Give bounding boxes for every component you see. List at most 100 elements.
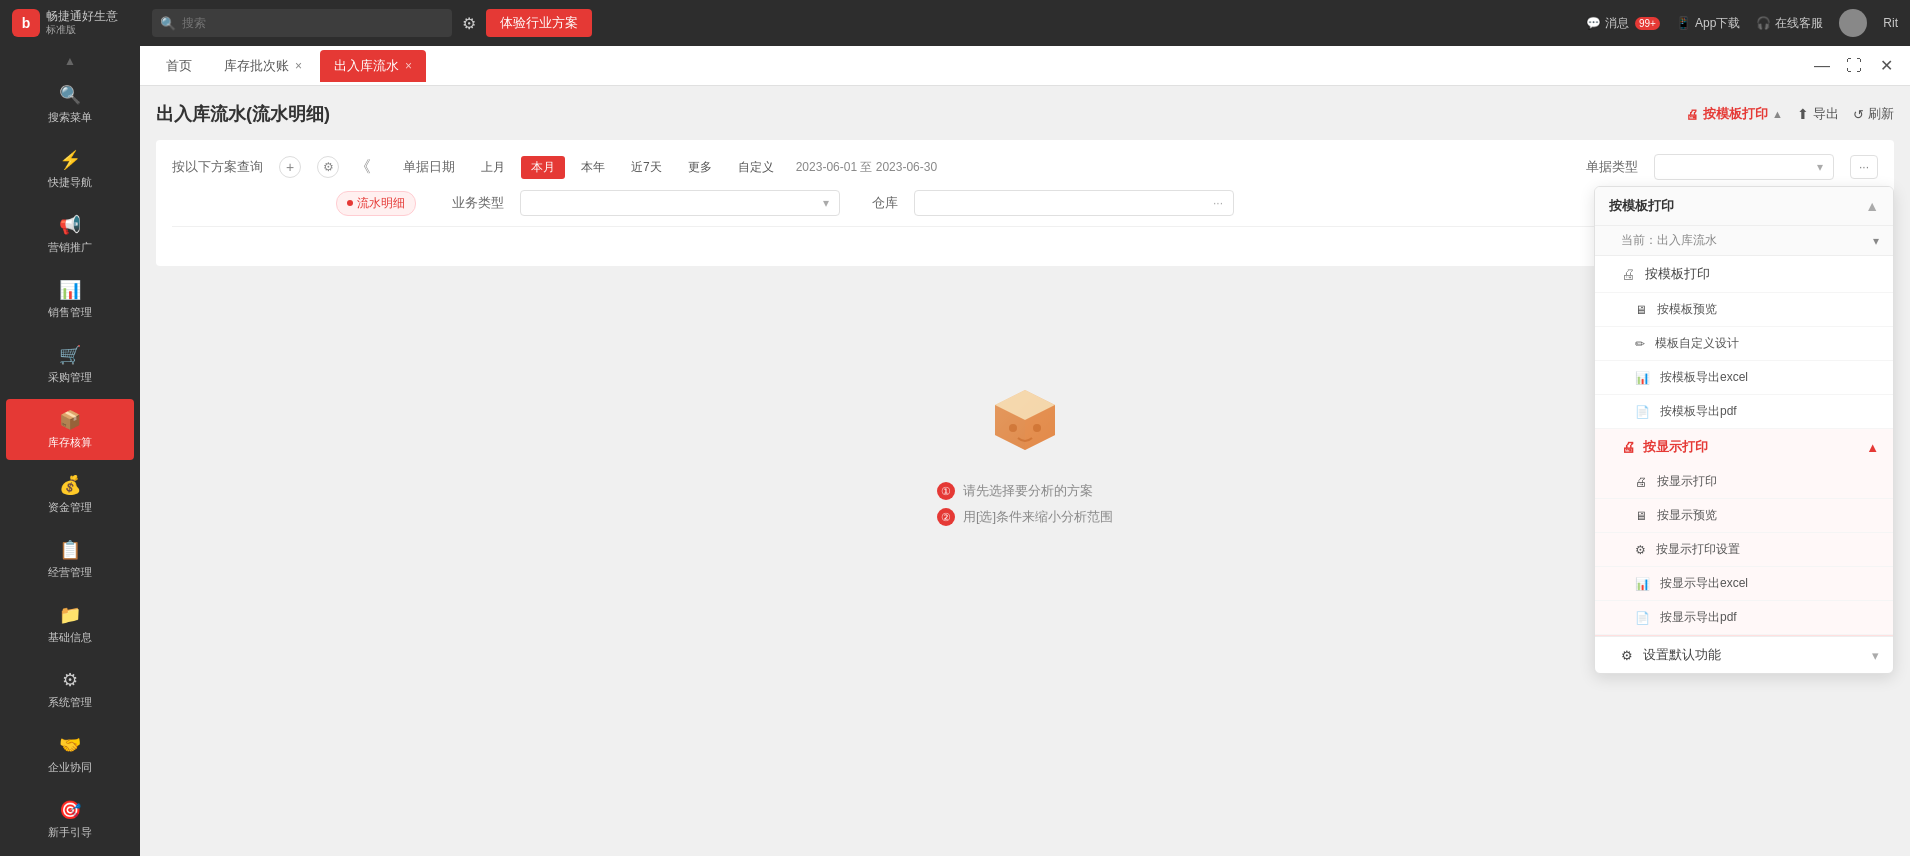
- sidebar-item-basic-info[interactable]: 📁 基础信息: [6, 594, 134, 655]
- dp-sub-item-display-preview[interactable]: 🖥 按显示预览: [1595, 499, 1893, 533]
- message-badge: 99+: [1635, 17, 1660, 30]
- warehouse-select[interactable]: ···: [914, 190, 1234, 216]
- tab-close-btn[interactable]: ✕: [1874, 54, 1898, 78]
- tab-actions: — ⛶ ✕: [1810, 54, 1898, 78]
- dp-sub-item-template-preview[interactable]: 🖥 按模板预览: [1595, 293, 1893, 327]
- purchase-icon: 🛒: [59, 344, 81, 366]
- marketing-icon: 📢: [59, 214, 81, 236]
- sidebar-item-operations[interactable]: 📋 经营管理: [6, 529, 134, 590]
- dp-section-display-header[interactable]: 🖨 按显示打印 ▲: [1595, 429, 1893, 465]
- dp-sub-item-template-design[interactable]: ✏ 模板自定义设计: [1595, 327, 1893, 361]
- date-opt-prev-month[interactable]: 上月: [471, 156, 515, 179]
- sidebar-item-purchase[interactable]: 🛒 采购管理: [6, 334, 134, 395]
- display-print-header-label: 按显示打印: [1643, 438, 1708, 456]
- date-opt-this-year[interactable]: 本年: [571, 156, 615, 179]
- sidebar-item-label: 企业协同: [48, 760, 92, 775]
- main-layout: ▲ 🔍 搜索菜单 ⚡ 快捷导航 📢 营销推广 📊 销售管理 🛒 采购管理 📦 库…: [0, 46, 1910, 856]
- refresh-icon: ↺: [1853, 107, 1864, 122]
- display-pdf-icon: 📄: [1635, 611, 1650, 625]
- dp-sub-item-template-pdf[interactable]: 📄 按模板导出pdf: [1595, 395, 1893, 429]
- sidebar-item-search-menu[interactable]: 🔍 搜索菜单: [6, 74, 134, 135]
- tab-minimize-btn[interactable]: —: [1810, 54, 1834, 78]
- tab-in-out-flow-close[interactable]: ×: [405, 60, 412, 72]
- display-print-header-icon: 🖨: [1621, 439, 1635, 455]
- tip-num-2: ②: [937, 508, 955, 526]
- tab-expand-btn[interactable]: ⛶: [1842, 54, 1866, 78]
- dp-sub-item-display-excel[interactable]: 📊 按显示导出excel: [1595, 567, 1893, 601]
- empty-illustration: [975, 370, 1075, 470]
- date-range-text: 2023-06-01 至 2023-06-30: [796, 159, 937, 176]
- sidebar-item-quick-nav[interactable]: ⚡ 快捷导航: [6, 139, 134, 200]
- dp-sub-item-display-settings[interactable]: ⚙ 按显示打印设置: [1595, 533, 1893, 567]
- app-download-item[interactable]: 📱 App下载: [1676, 15, 1740, 32]
- date-opt-more[interactable]: 更多: [678, 156, 722, 179]
- message-item[interactable]: 💬 消息 99+: [1586, 15, 1660, 32]
- search-bar-top[interactable]: 🔍: [152, 9, 452, 37]
- filter-tag[interactable]: 流水明细: [336, 191, 416, 216]
- dp-sub-item-label: 按显示导出excel: [1660, 575, 1748, 592]
- sidebar-item-system[interactable]: ⚙ 系统管理: [6, 659, 134, 720]
- sidebar-item-guide[interactable]: 🎯 新手引导: [6, 789, 134, 850]
- tip-text-1: 请先选择要分析的方案: [963, 482, 1093, 500]
- export-icon: ⬆: [1797, 106, 1809, 122]
- tab-home-label: 首页: [166, 57, 192, 75]
- page-top-actions: 🖨 按模板打印 ▲ ⬆ 导出 ↺ 刷新: [1686, 105, 1894, 123]
- dp-sub-item-display-print[interactable]: 🖨 按显示打印: [1595, 465, 1893, 499]
- sidebar-item-label: 基础信息: [48, 630, 92, 645]
- dp-header: 按模板打印 ▲: [1595, 187, 1893, 226]
- date-opt-custom[interactable]: 自定义: [728, 156, 784, 179]
- tab-in-out-flow-label: 出入库流水: [334, 57, 399, 75]
- tab-batch-account[interactable]: 库存批次账 ×: [210, 50, 316, 82]
- search-input[interactable]: [182, 16, 444, 30]
- design-icon: ✏: [1635, 337, 1645, 351]
- empty-tip-2: ② 用[选]条件来缩小分析范围: [937, 508, 1113, 526]
- user-name: Rit: [1883, 16, 1898, 30]
- sidebar-item-finance[interactable]: 💰 资金管理: [6, 464, 134, 525]
- dp-current-arrow[interactable]: ▾: [1873, 234, 1879, 248]
- dp-footer-arrow: ▾: [1872, 648, 1879, 663]
- quick-nav-icon: ⚡: [59, 149, 81, 171]
- dp-header-arrow[interactable]: ▲: [1865, 198, 1879, 214]
- doc-type-select[interactable]: ▾: [1654, 154, 1834, 180]
- refresh-action[interactable]: ↺ 刷新: [1853, 105, 1894, 123]
- biz-type-select[interactable]: ▾: [520, 190, 840, 216]
- tab-home[interactable]: 首页: [152, 50, 206, 82]
- sidebar-item-sales[interactable]: 📊 销售管理: [6, 269, 134, 330]
- enterprise-icon: 🤝: [59, 734, 81, 756]
- tab-in-out-flow[interactable]: 出入库流水 ×: [320, 50, 426, 82]
- warehouse-arrow: ···: [1213, 196, 1223, 210]
- display-settings-icon: ⚙: [1635, 543, 1646, 557]
- filter-tag-dot: [347, 200, 353, 206]
- svg-point-4: [1009, 424, 1017, 432]
- gear-button[interactable]: ⚙: [462, 14, 476, 33]
- filter-collapse-btn[interactable]: 《: [355, 157, 371, 178]
- industry-btn[interactable]: 体验行业方案: [486, 9, 592, 37]
- online-service-item[interactable]: 🎧 在线客服: [1756, 15, 1823, 32]
- sidebar-item-inventory[interactable]: 📦 库存核算: [6, 399, 134, 460]
- empty-tips: ① 请先选择要分析的方案 ② 用[选]条件来缩小分析范围: [937, 482, 1113, 526]
- date-opt-this-month[interactable]: 本月: [521, 156, 565, 179]
- sidebar-item-label: 采购管理: [48, 370, 92, 385]
- print-action[interactable]: 🖨 按模板打印 ▲: [1686, 105, 1783, 123]
- tabs-bar: 首页 库存批次账 × 出入库流水 × — ⛶ ✕: [140, 46, 1910, 86]
- avatar[interactable]: [1839, 9, 1867, 37]
- filter-set-btn[interactable]: ⚙: [317, 156, 339, 178]
- sidebar-scroll-up[interactable]: ▲: [0, 50, 140, 72]
- dp-footer-settings[interactable]: ⚙ 设置默认功能 ▾: [1595, 636, 1893, 673]
- dp-sub-item-display-pdf[interactable]: 📄 按显示导出pdf: [1595, 601, 1893, 635]
- sidebar-item-marketing[interactable]: 📢 营销推广: [6, 204, 134, 265]
- dp-sub-item-template-excel[interactable]: 📊 按模板导出excel: [1595, 361, 1893, 395]
- sidebar-item-enterprise[interactable]: 🤝 企业协同: [6, 724, 134, 785]
- filter-add-btn[interactable]: +: [279, 156, 301, 178]
- preview-icon: 🖥: [1635, 303, 1647, 317]
- display-excel-icon: 📊: [1635, 577, 1650, 591]
- biz-type-label: 业务类型: [452, 194, 504, 212]
- dp-title: 按模板打印: [1609, 197, 1674, 215]
- tab-batch-account-close[interactable]: ×: [295, 60, 302, 72]
- refresh-label: 刷新: [1868, 105, 1894, 123]
- doc-type-more-btn[interactable]: ···: [1850, 155, 1878, 179]
- export-action[interactable]: ⬆ 导出: [1797, 105, 1839, 123]
- date-opt-last-7[interactable]: 近7天: [621, 156, 672, 179]
- dp-item-template-print[interactable]: 🖨 按模板打印: [1595, 256, 1893, 293]
- online-service-label: 在线客服: [1775, 15, 1823, 32]
